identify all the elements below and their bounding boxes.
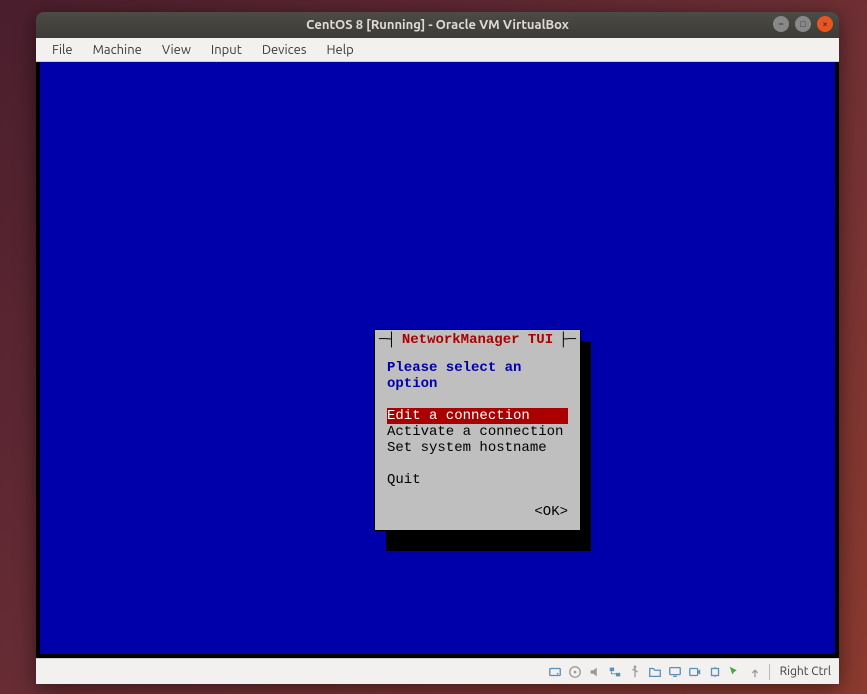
menu-help[interactable]: Help xyxy=(319,41,362,59)
optical-disc-icon[interactable] xyxy=(567,664,583,680)
close-button[interactable]: × xyxy=(817,16,833,32)
option-set-hostname[interactable]: Set system hostname xyxy=(387,440,568,456)
console-background: NetworkManager TUI Please select an opti… xyxy=(40,62,835,654)
statusbar: Right Ctrl xyxy=(36,658,839,684)
audio-icon[interactable] xyxy=(587,664,603,680)
shared-folder-icon[interactable] xyxy=(647,664,663,680)
minimize-button[interactable]: – xyxy=(773,16,789,32)
titlebar[interactable]: CentOS 8 [Running] - Oracle VM VirtualBo… xyxy=(36,12,839,38)
maximize-button[interactable]: □ xyxy=(795,16,811,32)
vm-screen[interactable]: NetworkManager TUI Please select an opti… xyxy=(36,62,839,658)
dialog-title: NetworkManager TUI xyxy=(375,332,580,348)
menubar: File Machine View Input Devices Help xyxy=(36,38,839,62)
hard-disk-icon[interactable] xyxy=(547,664,563,680)
options-list: Edit a connection Activate a connection … xyxy=(375,392,580,456)
nmtui-dialog: NetworkManager TUI Please select an opti… xyxy=(374,329,581,531)
statusbar-divider xyxy=(769,664,770,680)
keyboard-icon[interactable] xyxy=(747,664,763,680)
option-activate-connection[interactable]: Activate a connection xyxy=(387,424,568,440)
option-quit[interactable]: Quit xyxy=(375,456,580,488)
window-title: CentOS 8 [Running] - Oracle VM VirtualBo… xyxy=(306,18,569,32)
window-controls: – □ × xyxy=(773,16,833,32)
network-icon[interactable] xyxy=(607,664,623,680)
menu-machine[interactable]: Machine xyxy=(85,41,150,59)
display-icon[interactable] xyxy=(667,664,683,680)
cpu-icon[interactable] xyxy=(707,664,723,680)
virtualbox-window: CentOS 8 [Running] - Oracle VM VirtualBo… xyxy=(36,12,839,684)
mouse-integration-icon[interactable] xyxy=(727,664,743,680)
option-edit-connection[interactable]: Edit a connection xyxy=(387,408,568,424)
host-key-label: Right Ctrl xyxy=(776,665,831,678)
menu-view[interactable]: View xyxy=(154,41,199,59)
dialog-prompt: Please select an option xyxy=(375,348,580,392)
menu-file[interactable]: File xyxy=(44,41,81,59)
recording-icon[interactable] xyxy=(687,664,703,680)
ok-button[interactable]: <OK> xyxy=(375,488,580,520)
menu-devices[interactable]: Devices xyxy=(254,41,315,59)
menu-input[interactable]: Input xyxy=(203,41,250,59)
usb-icon[interactable] xyxy=(627,664,643,680)
